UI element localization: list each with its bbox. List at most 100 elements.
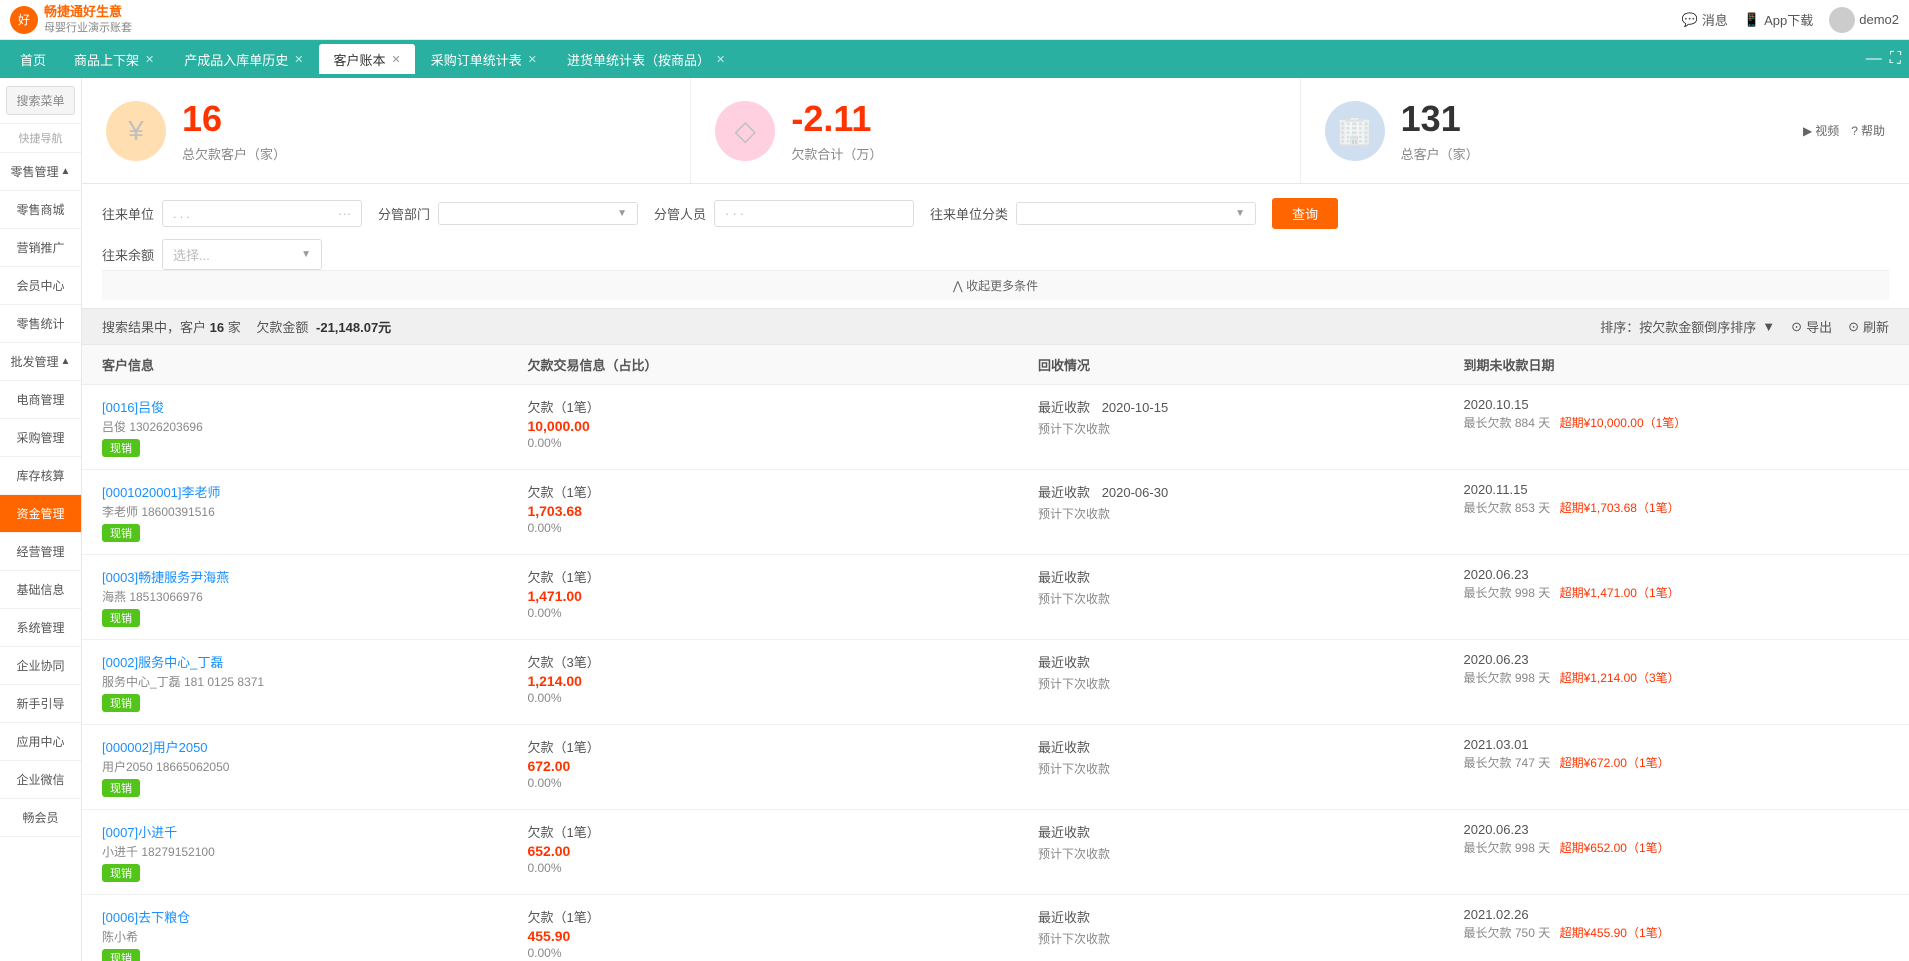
chevron-down-icon-2: ▲ [61, 356, 71, 367]
help-btn[interactable]: ? 帮助 [1851, 122, 1885, 139]
recovery-cell-0: 最近收款 2020-10-15 预计下次收款 [1038, 397, 1463, 437]
stat-label-1: 总欠款客户（家） [182, 144, 286, 163]
sidebar-item-wholesale-mgmt[interactable]: 批发管理 ▲ [0, 343, 81, 381]
sidebar-item-basic-info[interactable]: 基础信息 [0, 571, 81, 609]
debt-cell-5: 欠款（1笔） 652.00 0.00% [527, 822, 1038, 875]
tab-close-icon[interactable]: ✕ [528, 53, 537, 66]
stat-card-debt-total: ◇ -2.11 欠款合计（万） [691, 78, 1300, 183]
filter-label-classification: 往来单位分类 [930, 204, 1008, 223]
overdue-link-0[interactable]: 超期¥10,000.00（1笔） [1560, 416, 1687, 430]
sidebar-item-retail-shop[interactable]: 零售商城 [0, 191, 81, 229]
balance-select[interactable]: 选择... ▼ [162, 239, 322, 270]
sidebar-item-finance[interactable]: 资金管理 [0, 495, 81, 533]
top-bar: 好 畅捷通好生意 母婴行业演示账套 💬 消息 📱 App下载 demo2 [0, 0, 1909, 40]
overdue-link-3[interactable]: 超期¥1,214.00（3笔） [1560, 671, 1680, 685]
table-row: [0006]去下粮仓 陈小希 现销 欠款（1笔） 455.90 0.00% 最近… [82, 895, 1909, 961]
tab-close-icon[interactable]: ✕ [392, 53, 401, 66]
filter-person: 分管人员 ··· [654, 200, 914, 227]
customer-cell-2: [0003]畅捷服务尹海燕 海燕 18513066976 现销 [102, 567, 527, 627]
dept-select[interactable]: ▼ [438, 202, 638, 225]
customer-sub-3: 服务中心_丁磊 181 0125 8371 [102, 673, 527, 690]
table-header: 客户信息 欠款交易信息（占比） 回收情况 到期未收款日期 [82, 345, 1909, 385]
customer-link-4[interactable]: [000002]用户2050 [102, 737, 527, 756]
tab-close-icon[interactable]: ✕ [716, 53, 725, 66]
customer-link-6[interactable]: [0006]去下粮仓 [102, 907, 527, 926]
sidebar-item-system[interactable]: 系统管理 [0, 609, 81, 647]
customer-link-3[interactable]: [0002]服务中心_丁磊 [102, 652, 527, 671]
sidebar-item-corp-wechat[interactable]: 企业微信 [0, 761, 81, 799]
recovery-cell-2: 最近收款 预计下次收款 [1038, 567, 1463, 607]
customer-link-2[interactable]: [0003]畅捷服务尹海燕 [102, 567, 527, 586]
person-input[interactable]: ··· [714, 200, 914, 227]
col-recovery: 回收情况 [1038, 355, 1463, 374]
tab-close-icon[interactable]: ✕ [294, 53, 303, 66]
tab-min-icon[interactable]: — [1866, 50, 1882, 68]
sidebar-item-member[interactable]: 会员中心 [0, 267, 81, 305]
customer-cell-3: [0002]服务中心_丁磊 服务中心_丁磊 181 0125 8371 现销 [102, 652, 527, 712]
tab-max-icon[interactable]: ⛶ [1890, 50, 1901, 68]
content-area: ¥ 16 总欠款客户（家） ◇ -2.11 欠款合计（万） 🏢 [82, 78, 1909, 961]
tab-ke-hu[interactable]: 客户账本 ✕ [319, 44, 414, 74]
sidebar-item-newbie[interactable]: 新手引导 [0, 685, 81, 723]
table: 客户信息 欠款交易信息（占比） 回收情况 到期未收款日期 [0016]吕俊 吕俊… [82, 345, 1909, 961]
customer-sub-6: 陈小希 [102, 928, 527, 945]
source-unit-input[interactable]: ... ··· [162, 200, 362, 227]
sidebar-item-ecommerce[interactable]: 电商管理 [0, 381, 81, 419]
sort-select[interactable]: 排序：按欠款金额倒序排序 ▼ [1600, 317, 1775, 336]
classification-select[interactable]: ▼ [1016, 202, 1256, 225]
customer-cell-5: [0007]小进千 小进千 18279152100 现销 [102, 822, 527, 882]
overdue-link-4[interactable]: 超期¥672.00（1笔） [1560, 756, 1670, 770]
overdue-link-6[interactable]: 超期¥455.90（1笔） [1560, 926, 1670, 940]
sidebar-search-btn[interactable]: 搜索菜单 [6, 86, 75, 115]
collapse-button[interactable]: ⋀ 收起更多条件 [102, 270, 1889, 300]
filter-source-unit: 往来单位 ... ··· [102, 200, 362, 227]
sidebar-item-retail-mgmt[interactable]: 零售管理 ▲ [0, 153, 81, 191]
tab-shang-pin[interactable]: 商品上下架 ✕ [60, 44, 168, 74]
user-info[interactable]: demo2 [1829, 7, 1899, 33]
sidebar: 搜索菜单 快捷导航 零售管理 ▲ 零售商城 营销推广 会员中心 零售统计 批发管… [0, 78, 82, 961]
customer-link-1[interactable]: [0001020001]李老师 [102, 482, 527, 501]
customer-sub-2: 海燕 18513066976 [102, 588, 527, 605]
results-actions: 排序：按欠款金额倒序排序 ▼ ⊙ 导出 ⊙ 刷新 [1600, 317, 1889, 336]
sidebar-item-marketing[interactable]: 营销推广 [0, 229, 81, 267]
overdue-link-2[interactable]: 超期¥1,471.00（1笔） [1560, 586, 1680, 600]
sidebar-item-corp-collab[interactable]: 企业协同 [0, 647, 81, 685]
search-button[interactable]: 查询 [1272, 198, 1338, 229]
video-btn[interactable]: ▶ 视频 [1803, 122, 1839, 139]
overdue-link-5[interactable]: 超期¥652.00（1笔） [1560, 841, 1670, 855]
refresh-btn[interactable]: ⊙ 刷新 [1848, 317, 1889, 336]
results-bar: 搜索结果中，客户 16 家 欠款金额 -21,148.07元 排序：按欠款金额倒… [82, 309, 1909, 345]
stat-number-2: -2.11 [791, 98, 882, 140]
app-download-btn[interactable]: 📱 App下载 [1744, 10, 1813, 29]
chevron-down-icon: ▲ [61, 166, 71, 177]
tab-close-icon[interactable]: ✕ [145, 53, 154, 66]
customer-link-0[interactable]: [0016]吕俊 [102, 397, 527, 416]
logo-area: 好 畅捷通好生意 母婴行业演示账套 [10, 4, 132, 35]
message-icon: 💬 [1682, 12, 1698, 28]
tab-home[interactable]: 首页 [8, 46, 58, 73]
customer-sub-4: 用户2050 18665062050 [102, 758, 527, 775]
table-row: [0016]吕俊 吕俊 13026203696 现销 欠款（1笔） 10,000… [82, 385, 1909, 470]
company-name: 母婴行业演示账套 [44, 21, 132, 35]
sidebar-item-app-center[interactable]: 应用中心 [0, 723, 81, 761]
sidebar-item-member-plus[interactable]: 畅会员 [0, 799, 81, 837]
tab-cai-gou[interactable]: 采购订单统计表 ✕ [417, 44, 551, 74]
filter-area: 往来单位 ... ··· 分管部门 ▼ 分管人 [82, 184, 1909, 309]
sidebar-item-retail-stats[interactable]: 零售统计 [0, 305, 81, 343]
sidebar-item-purchase[interactable]: 采购管理 [0, 419, 81, 457]
export-btn[interactable]: ⊙ 导出 [1791, 317, 1832, 336]
overdue-link-1[interactable]: 超期¥1,703.68（1笔） [1560, 501, 1680, 515]
filter-dept: 分管部门 ▼ [378, 202, 638, 225]
overdue-cell-4: 2021.03.01 最长欠款 747 天 超期¥672.00（1笔） [1464, 737, 1889, 771]
table-row: [000002]用户2050 用户2050 18665062050 现销 欠款（… [82, 725, 1909, 810]
debt-cell-0: 欠款（1笔） 10,000.00 0.00% [527, 397, 1038, 450]
message-btn[interactable]: 💬 消息 [1682, 10, 1728, 29]
overdue-cell-2: 2020.06.23 最长欠款 998 天 超期¥1,471.00（1笔） [1464, 567, 1889, 601]
sidebar-item-business[interactable]: 经营管理 [0, 533, 81, 571]
tab-jin-huo[interactable]: 进货单统计表（按商品） ✕ [553, 44, 739, 74]
customer-link-5[interactable]: [0007]小进千 [102, 822, 527, 841]
app-download-icon: 📱 [1744, 12, 1760, 28]
tab-chan-cheng[interactable]: 产成品入库单历史 ✕ [170, 44, 317, 74]
sidebar-item-inventory[interactable]: 库存核算 [0, 457, 81, 495]
balance-dropdown-icon: ▼ [301, 249, 311, 260]
